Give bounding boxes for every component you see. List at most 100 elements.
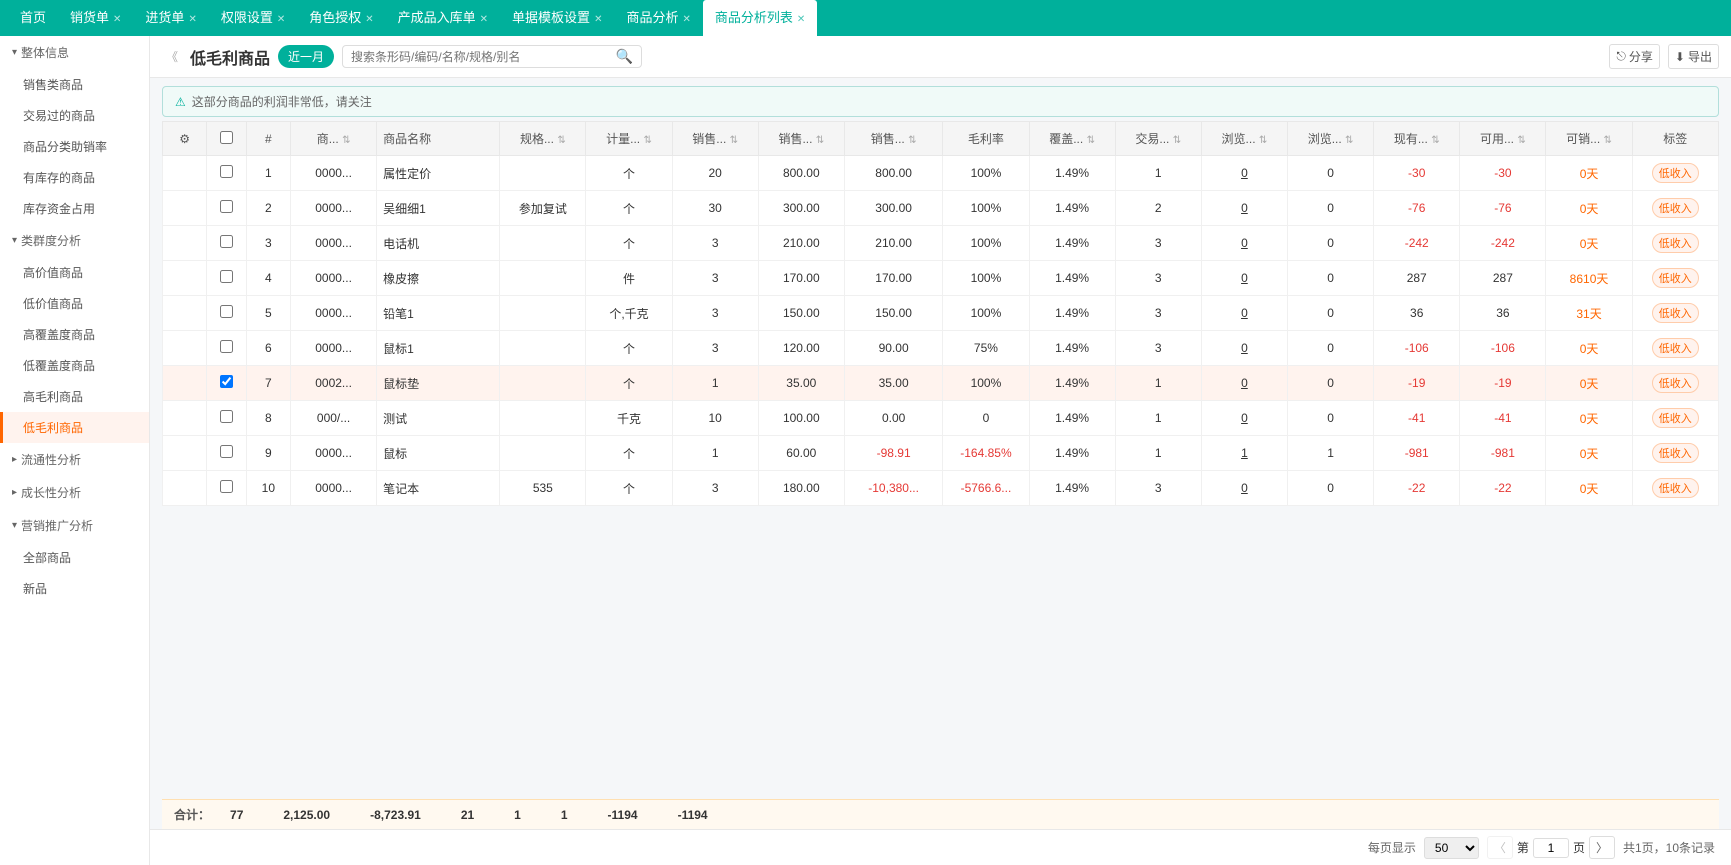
collapse-sidebar-btn[interactable]: 《 <box>162 48 182 65</box>
nav-sales-order[interactable]: 销货单✕ <box>58 0 133 36</box>
nav-goods-analysis[interactable]: 商品分析✕ <box>614 0 702 36</box>
sidebar-group-overall[interactable]: ▾ 整体信息 <box>0 36 149 69</box>
row-sale-profit-6: 35.00 <box>844 366 942 401</box>
col-header-name[interactable]: 商品名称 <box>377 122 500 156</box>
col-header-coverage[interactable]: 覆盖... ⇅ <box>1029 122 1115 156</box>
close-purchase-order[interactable]: ✕ <box>188 14 196 25</box>
row-check-1[interactable] <box>207 191 246 226</box>
close-goods-analysis-list[interactable]: ✕ <box>797 14 805 25</box>
close-template-settings[interactable]: ✕ <box>594 14 602 25</box>
row-browse1-7[interactable]: 0 <box>1201 401 1287 436</box>
nav-role-auth[interactable]: 角色授权✕ <box>297 0 385 36</box>
arrow-cluster: ▾ <box>12 235 17 246</box>
nav-goods-analysis-list[interactable]: 商品分析列表✕ <box>703 0 817 36</box>
close-sales-order[interactable]: ✕ <box>113 14 121 25</box>
row-check-7[interactable] <box>207 401 246 436</box>
export-btn[interactable]: ⬇ 导出 <box>1668 44 1719 69</box>
row-browse1-1[interactable]: 0 <box>1201 191 1287 226</box>
select-all-checkbox[interactable] <box>220 131 233 144</box>
search-icon[interactable]: 🔍 <box>616 48 633 65</box>
sidebar-item-traded-goods[interactable]: 交易过的商品 <box>0 100 149 131</box>
page-number-input[interactable] <box>1533 838 1569 858</box>
row-sale-days-5: 0天 <box>1546 331 1632 366</box>
row-check-9[interactable] <box>207 471 246 506</box>
share-btn[interactable]: ⎋ 分享 <box>1609 44 1660 69</box>
col-header-code[interactable]: 商... ⇅ <box>291 122 377 156</box>
close-goods-analysis[interactable]: ✕ <box>682 14 690 25</box>
close-permissions[interactable]: ✕ <box>277 14 285 25</box>
sidebar-item-sales-goods[interactable]: 销售类商品 <box>0 69 149 100</box>
row-trade-6: 1 <box>1115 366 1201 401</box>
sidebar-item-low-profit[interactable]: 低毛利商品 <box>0 412 149 443</box>
close-role-auth[interactable]: ✕ <box>365 14 373 25</box>
col-header-unit[interactable]: 计量... ⇅ <box>586 122 672 156</box>
row-spec-2 <box>500 226 586 261</box>
sidebar-item-low-coverage[interactable]: 低覆盖度商品 <box>0 350 149 381</box>
sidebar-item-high-profit[interactable]: 高毛利商品 <box>0 381 149 412</box>
nav-purchase-order[interactable]: 进货单✕ <box>133 0 208 36</box>
row-check-3[interactable] <box>207 261 246 296</box>
row-browse1-3[interactable]: 0 <box>1201 261 1287 296</box>
table-row: 4 0000... 橡皮擦 件 3 170.00 170.00 100% 1.4… <box>163 261 1719 296</box>
col-header-spec[interactable]: 规格... ⇅ <box>500 122 586 156</box>
row-sale-days-1: 0天 <box>1546 191 1632 226</box>
sidebar-item-category-rate[interactable]: 商品分类助销率 <box>0 131 149 162</box>
row-check-6[interactable] <box>207 366 246 401</box>
nav-home[interactable]: 首页 <box>8 0 58 36</box>
col-header-settings[interactable]: ⚙ <box>163 122 207 156</box>
close-product-storage[interactable]: ✕ <box>480 14 488 25</box>
search-input[interactable] <box>351 50 616 64</box>
notice-text: 这部分商品的利润非常低，请关注 <box>192 93 372 110</box>
col-header-browse1[interactable]: 浏览... ⇅ <box>1201 122 1287 156</box>
prev-page-btn[interactable]: 〈 <box>1487 836 1513 859</box>
col-header-cur-stock[interactable]: 现有... ⇅ <box>1374 122 1460 156</box>
col-header-sale-count[interactable]: 销售... ⇅ <box>672 122 758 156</box>
nav-template-settings[interactable]: 单据模板设置✕ <box>500 0 614 36</box>
sidebar-group-growth[interactable]: ▸ 成长性分析 <box>0 476 149 509</box>
sidebar-item-all-goods[interactable]: 全部商品 <box>0 542 149 573</box>
row-check-5[interactable] <box>207 331 246 366</box>
row-browse1-4[interactable]: 0 <box>1201 296 1287 331</box>
row-code-5: 0000... <box>291 331 377 366</box>
page-size-label: 每页显示 <box>1368 839 1416 856</box>
col-header-sale-price[interactable]: 销售... ⇅ <box>758 122 844 156</box>
col-header-trade[interactable]: 交易... ⇅ <box>1115 122 1201 156</box>
filter-recent-month-btn[interactable]: 近一月 <box>278 45 334 68</box>
sidebar-item-high-coverage[interactable]: 高覆盖度商品 <box>0 319 149 350</box>
row-check-8[interactable] <box>207 436 246 471</box>
sidebar-group-flow[interactable]: ▸ 流通性分析 <box>0 443 149 476</box>
row-browse1-5[interactable]: 0 <box>1201 331 1287 366</box>
col-header-sale-profit[interactable]: 销售... ⇅ <box>844 122 942 156</box>
sidebar-group-flow-label: 流通性分析 <box>21 451 81 468</box>
sidebar-item-low-value[interactable]: 低价值商品 <box>0 288 149 319</box>
row-browse1-2[interactable]: 0 <box>1201 226 1287 261</box>
sidebar-group-marketing[interactable]: ▾ 营销推广分析 <box>0 509 149 542</box>
sidebar-item-high-value[interactable]: 高价值商品 <box>0 257 149 288</box>
col-header-avail-stock[interactable]: 可用... ⇅ <box>1460 122 1546 156</box>
col-header-browse2[interactable]: 浏览... ⇅ <box>1287 122 1373 156</box>
col-header-check[interactable] <box>207 122 246 156</box>
sidebar-item-new-goods[interactable]: 新品 <box>0 573 149 604</box>
sidebar-item-stock-goods[interactable]: 有库存的商品 <box>0 162 149 193</box>
nav-permissions[interactable]: 权限设置✕ <box>209 0 297 36</box>
row-check-2[interactable] <box>207 226 246 261</box>
col-header-gross-rate[interactable]: 毛利率 <box>943 122 1029 156</box>
nav-product-storage[interactable]: 产成品入库单✕ <box>386 0 500 36</box>
col-header-sale-days[interactable]: 可销... ⇅ <box>1546 122 1632 156</box>
row-browse1-8[interactable]: 1 <box>1201 436 1287 471</box>
page-size-select[interactable]: 50 20 100 <box>1424 837 1479 859</box>
sidebar-item-capital-occupy[interactable]: 库存资金占用 <box>0 193 149 224</box>
sidebar-group-cluster[interactable]: ▾ 类群度分析 <box>0 224 149 257</box>
row-sale-days-4: 31天 <box>1546 296 1632 331</box>
row-cur-stock-7: -41 <box>1374 401 1460 436</box>
row-browse1-6[interactable]: 0 <box>1201 366 1287 401</box>
next-page-btn[interactable]: 〉 <box>1589 836 1615 859</box>
row-check-4[interactable] <box>207 296 246 331</box>
row-spec-5 <box>500 331 586 366</box>
row-check-0[interactable] <box>207 156 246 191</box>
row-tag-9: 低收入 <box>1632 471 1718 506</box>
row-browse1-9[interactable]: 0 <box>1201 471 1287 506</box>
row-browse2-6: 0 <box>1287 366 1373 401</box>
row-browse1-0[interactable]: 0 <box>1201 156 1287 191</box>
row-avail-stock-4: 36 <box>1460 296 1546 331</box>
